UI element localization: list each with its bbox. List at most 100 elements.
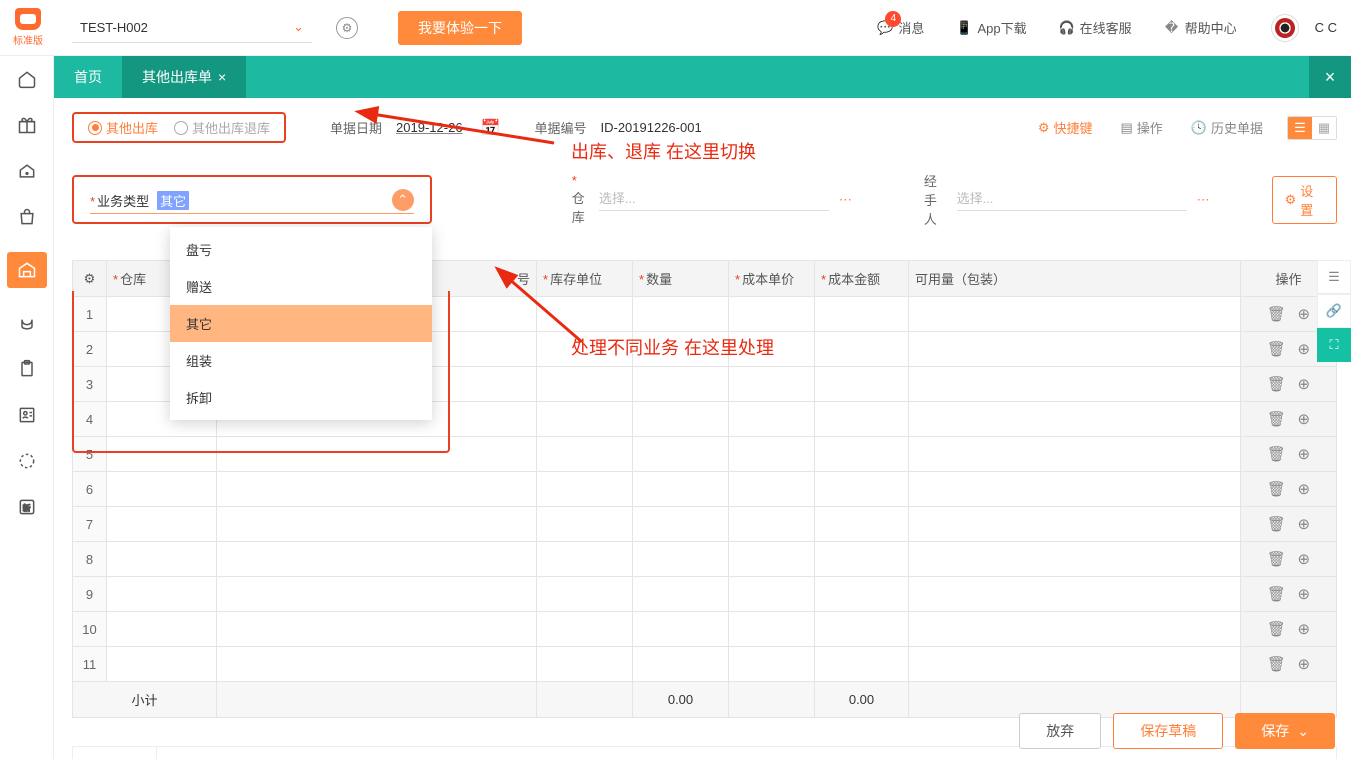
row-actions: 🗑 ⊕ [1241,507,1337,542]
add-icon[interactable]: ⊕ [1298,411,1311,428]
radio-return[interactable]: 其他出库退库 [174,118,270,137]
biz-type-value[interactable]: 其它 [157,191,189,210]
avatar[interactable] [1271,14,1299,42]
view-grid-icon[interactable]: ▦ [1312,117,1336,139]
add-icon[interactable]: ⊕ [1298,446,1311,463]
dropdown-item[interactable]: 组装 [170,342,432,379]
chevron-down-icon: ⌄ [1297,723,1309,740]
handler-label: 经手人 [924,171,947,228]
logo-icon [15,8,41,30]
delete-icon[interactable]: 🗑 [1267,551,1286,568]
tab-home-label: 首页 [74,67,102,87]
annotation-1: 出库、退库 在这里切换 [571,138,756,164]
delete-icon[interactable]: 🗑 [1267,306,1286,323]
try-button[interactable]: 我要体验一下 [398,11,522,45]
delete-icon[interactable]: 🗑 [1267,411,1286,428]
delete-icon[interactable]: 🗑 [1267,341,1286,358]
shortcut-link[interactable]: ⚙ 快捷键 [1038,118,1093,137]
dropdown-item[interactable]: 其它 [170,305,432,342]
calendar-icon[interactable]: 📅 [481,118,501,138]
add-icon[interactable]: ⊕ [1298,481,1311,498]
view-list-icon[interactable]: ☰ [1288,117,1312,139]
nav-bag-icon[interactable] [16,206,38,228]
username[interactable]: C C [1315,20,1337,35]
setting-button[interactable]: ⚙ 设置 [1272,176,1337,224]
app-download-link[interactable]: 📱 App下载 [956,18,1026,37]
nav-clipboard-icon[interactable] [16,358,38,380]
tab-home[interactable]: 首页 [54,56,122,98]
nav-warehouse-icon[interactable] [7,252,47,288]
date-value[interactable]: 2019-12-26 [396,120,463,135]
more-icon[interactable]: ⋯ [1197,192,1212,208]
add-icon[interactable]: ⊕ [1298,551,1311,568]
float-link-icon[interactable]: 🔗 [1317,294,1351,328]
operate-link[interactable]: ▤ 操作 [1120,118,1162,137]
delete-icon[interactable]: 🗑 [1267,376,1286,393]
nav-gift-icon[interactable] [16,114,38,136]
org-select[interactable]: TEST-H002 ⌄ [72,13,312,43]
main: 首页 其他出库单 × × 其他出库 其他出库退库 [54,56,1351,759]
messages-link[interactable]: 💬 消息 4 [877,18,924,37]
delete-icon[interactable]: 🗑 [1267,446,1286,463]
col-cost-amt: *成本金额 [815,261,909,297]
gear-icon[interactable]: ⚙ [336,17,358,39]
table-row[interactable]: 5 🗑 ⊕ [73,437,1337,472]
biz-type-label: 业务类型 [97,194,149,209]
dropdown-item[interactable]: 盘亏 [170,231,432,268]
delete-icon[interactable]: 🗑 [1267,586,1286,603]
help-icon: � [1164,20,1180,36]
save-button[interactable]: 保存⌄ [1235,713,1335,749]
tab-other-outbound[interactable]: 其他出库单 × [122,56,246,98]
dropdown-item[interactable]: 拆卸 [170,379,432,416]
delete-icon[interactable]: 🗑 [1267,516,1286,533]
nav-sync-icon[interactable] [16,450,38,472]
delete-icon[interactable]: 🗑 [1267,481,1286,498]
col-gear[interactable]: ⚙ [73,261,107,297]
nav-contact-icon[interactable] [16,404,38,426]
radio-outbound[interactable]: 其他出库 [88,118,158,137]
float-tools: ☰ 🔗 ⛶ [1317,260,1351,362]
float-doc-icon[interactable]: ☰ [1317,260,1351,294]
add-icon[interactable]: ⊕ [1298,621,1311,638]
table-row[interactable]: 10 🗑 ⊕ [73,612,1337,647]
tab-current-label: 其他出库单 [142,67,212,87]
table-row[interactable]: 8 🗑 ⊕ [73,542,1337,577]
nav-new-icon[interactable]: 新 [16,496,38,518]
save-draft-button[interactable]: 保存草稿 [1113,713,1223,749]
nav-home2-icon[interactable] [16,160,38,182]
table-row[interactable]: 11 🗑 ⊕ [73,647,1337,682]
row-actions: 🗑 ⊕ [1241,612,1337,647]
add-icon[interactable]: ⊕ [1298,586,1311,603]
add-icon[interactable]: ⊕ [1298,306,1311,323]
handler-select[interactable]: 选择... [957,188,1187,211]
dropdown-item[interactable]: 赠送 [170,268,432,305]
delete-icon[interactable]: 🗑 [1267,621,1286,638]
tabbar-close[interactable]: × [1309,56,1351,98]
history-link[interactable]: 🕓 历史单据 [1191,118,1263,137]
nav-money-icon[interactable] [16,312,38,334]
add-icon[interactable]: ⊕ [1298,516,1311,533]
delete-icon[interactable]: 🗑 [1267,656,1286,673]
nav-home-icon[interactable] [16,68,38,90]
float-expand-icon[interactable]: ⛶ [1317,328,1351,362]
close-icon[interactable]: × [218,69,226,85]
add-icon[interactable]: ⊕ [1298,376,1311,393]
customer-service-link[interactable]: 🎧 在线客服 [1059,18,1132,37]
row-number: 2 [73,332,107,367]
warehouse-select[interactable]: 选择... [599,188,829,211]
table-row[interactable]: 9 🗑 ⊕ [73,577,1337,612]
add-icon[interactable]: ⊕ [1298,656,1311,673]
warehouse-filter: *仓库 选择... ⋯ [572,173,854,226]
chevron-up-icon[interactable]: ⌃ [392,189,414,211]
radio-outbound-label: 其他出库 [106,118,158,137]
footer-buttons: 放弃 保存草稿 保存⌄ [1019,713,1335,749]
biz-type-dropdown: 盘亏 赠送 其它 组装 拆卸 [170,227,432,420]
svg-text:新: 新 [22,502,30,512]
cancel-button[interactable]: 放弃 [1019,713,1101,749]
more-icon[interactable]: ⋯ [839,192,854,208]
table-row[interactable]: 7 🗑 ⊕ [73,507,1337,542]
filter-row: *业务类型 其它 ⌃ 盘亏 赠送 其它 组装 拆卸 *仓库 [72,171,1337,228]
table-row[interactable]: 6 🗑 ⊕ [73,472,1337,507]
add-icon[interactable]: ⊕ [1298,341,1311,358]
help-link[interactable]: � 帮助中心 [1164,18,1237,37]
